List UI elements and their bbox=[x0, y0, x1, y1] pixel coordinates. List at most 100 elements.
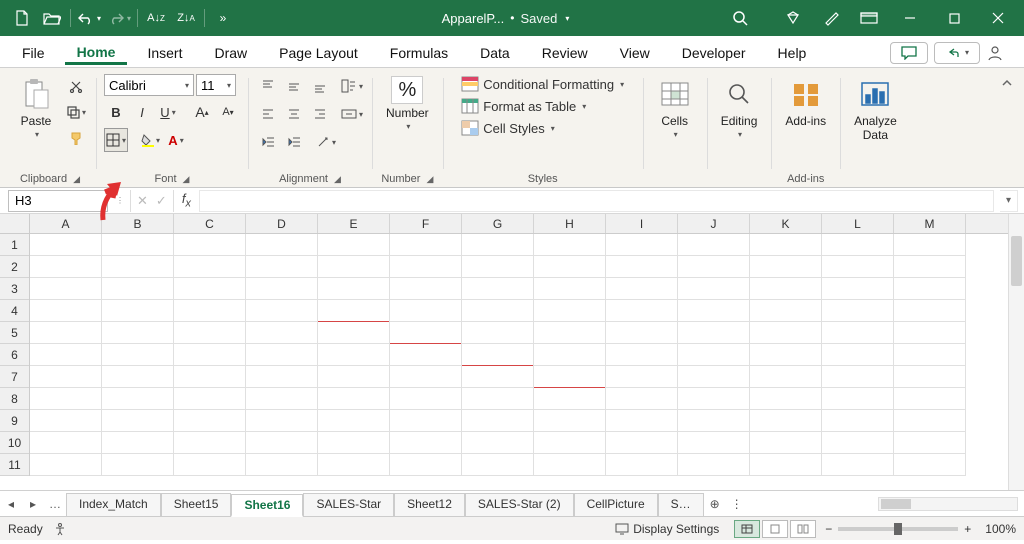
vertical-scrollbar[interactable] bbox=[1008, 214, 1024, 490]
col-header-B[interactable]: B bbox=[102, 214, 174, 233]
sort-asc-icon[interactable]: A↓Z bbox=[142, 4, 170, 32]
cell-B9[interactable] bbox=[102, 410, 174, 432]
cell-J1[interactable] bbox=[678, 234, 750, 256]
cell-H3[interactable] bbox=[534, 278, 606, 300]
cell-D3[interactable] bbox=[246, 278, 318, 300]
align-left-icon[interactable] bbox=[256, 102, 280, 126]
row-header-6[interactable]: 6 bbox=[0, 344, 29, 366]
cell-I10[interactable] bbox=[606, 432, 678, 454]
cell-B1[interactable] bbox=[102, 234, 174, 256]
cell-J2[interactable] bbox=[678, 256, 750, 278]
cell-G4[interactable] bbox=[462, 300, 534, 322]
col-header-H[interactable]: H bbox=[534, 214, 606, 233]
tab-view[interactable]: View bbox=[608, 41, 662, 65]
zoom-level[interactable]: 100% bbox=[985, 522, 1016, 536]
cell-A3[interactable] bbox=[30, 278, 102, 300]
sheet-nav-next[interactable]: ▸ bbox=[22, 497, 44, 511]
sheet-nav-more[interactable]: … bbox=[44, 497, 66, 511]
cell-I8[interactable] bbox=[606, 388, 678, 410]
cell-C6[interactable] bbox=[174, 344, 246, 366]
cell-I9[interactable] bbox=[606, 410, 678, 432]
row-header-11[interactable]: 11 bbox=[0, 454, 29, 476]
tab-page-layout[interactable]: Page Layout bbox=[267, 41, 370, 65]
cell-J3[interactable] bbox=[678, 278, 750, 300]
clipboard-dialog-icon[interactable]: ◢ bbox=[73, 174, 80, 185]
zoom-out-button[interactable]: − bbox=[825, 522, 832, 536]
cell-L1[interactable] bbox=[822, 234, 894, 256]
account-icon[interactable] bbox=[986, 44, 1014, 62]
grow-font-button[interactable]: A▴ bbox=[190, 100, 214, 124]
cell-A1[interactable] bbox=[30, 234, 102, 256]
cell-D6[interactable] bbox=[246, 344, 318, 366]
search-icon[interactable] bbox=[726, 4, 754, 32]
zoom-in-button[interactable]: + bbox=[964, 522, 971, 536]
cell-E8[interactable] bbox=[318, 388, 390, 410]
row-header-5[interactable]: 5 bbox=[0, 322, 29, 344]
cell-H10[interactable] bbox=[534, 432, 606, 454]
ribbon-mode-icon[interactable] bbox=[850, 0, 888, 36]
formula-bar[interactable] bbox=[199, 190, 994, 212]
merge-center-icon[interactable]: ▾ bbox=[340, 102, 364, 126]
cell-E11[interactable] bbox=[318, 454, 390, 476]
cell-E1[interactable] bbox=[318, 234, 390, 256]
tab-data[interactable]: Data bbox=[468, 41, 522, 65]
cell-I5[interactable] bbox=[606, 322, 678, 344]
col-header-J[interactable]: J bbox=[678, 214, 750, 233]
cell-M10[interactable] bbox=[894, 432, 966, 454]
cell-C5[interactable] bbox=[174, 322, 246, 344]
editing-button[interactable]: Editing▾ bbox=[715, 74, 764, 141]
cell-F6[interactable] bbox=[390, 344, 462, 366]
cell-F1[interactable] bbox=[390, 234, 462, 256]
col-header-D[interactable]: D bbox=[246, 214, 318, 233]
cell-D9[interactable] bbox=[246, 410, 318, 432]
cell-E9[interactable] bbox=[318, 410, 390, 432]
decrease-indent-icon[interactable] bbox=[256, 130, 280, 154]
cell-M7[interactable] bbox=[894, 366, 966, 388]
cell-C1[interactable] bbox=[174, 234, 246, 256]
cell-styles-button[interactable]: Cell Styles▾ bbox=[457, 118, 558, 138]
col-header-K[interactable]: K bbox=[750, 214, 822, 233]
horizontal-scrollbar[interactable] bbox=[878, 497, 1018, 511]
cell-B8[interactable] bbox=[102, 388, 174, 410]
cell-L9[interactable] bbox=[822, 410, 894, 432]
row-header-3[interactable]: 3 bbox=[0, 278, 29, 300]
share-button[interactable]: ▾ bbox=[934, 42, 980, 64]
maximize-button[interactable] bbox=[932, 0, 976, 36]
cell-G7[interactable] bbox=[462, 366, 534, 388]
align-right-icon[interactable] bbox=[308, 102, 332, 126]
zoom-slider[interactable] bbox=[838, 527, 958, 531]
cell-B10[interactable] bbox=[102, 432, 174, 454]
cell-A10[interactable] bbox=[30, 432, 102, 454]
conditional-formatting-button[interactable]: Conditional Formatting▾ bbox=[457, 74, 628, 94]
cell-D1[interactable] bbox=[246, 234, 318, 256]
row-header-2[interactable]: 2 bbox=[0, 256, 29, 278]
wrap-text-icon[interactable]: ▾ bbox=[340, 74, 364, 98]
cell-A4[interactable] bbox=[30, 300, 102, 322]
cell-M2[interactable] bbox=[894, 256, 966, 278]
cell-A9[interactable] bbox=[30, 410, 102, 432]
cell-K10[interactable] bbox=[750, 432, 822, 454]
new-sheet-button[interactable]: ⊕ bbox=[704, 497, 726, 511]
enter-formula-icon[interactable]: ✓ bbox=[156, 193, 167, 209]
minimize-button[interactable] bbox=[888, 0, 932, 36]
cell-K3[interactable] bbox=[750, 278, 822, 300]
cell-B3[interactable] bbox=[102, 278, 174, 300]
cell-M6[interactable] bbox=[894, 344, 966, 366]
cell-D11[interactable] bbox=[246, 454, 318, 476]
tab-insert[interactable]: Insert bbox=[135, 41, 194, 65]
tab-developer[interactable]: Developer bbox=[670, 41, 758, 65]
tab-home[interactable]: Home bbox=[65, 40, 128, 65]
alignment-dialog-icon[interactable]: ◢ bbox=[334, 174, 341, 185]
normal-view-button[interactable] bbox=[734, 520, 760, 538]
cell-L2[interactable] bbox=[822, 256, 894, 278]
page-layout-view-button[interactable] bbox=[762, 520, 788, 538]
cell-I11[interactable] bbox=[606, 454, 678, 476]
shrink-font-button[interactable]: A▾ bbox=[216, 100, 240, 124]
cell-G8[interactable] bbox=[462, 388, 534, 410]
cell-D2[interactable] bbox=[246, 256, 318, 278]
cell-I4[interactable] bbox=[606, 300, 678, 322]
cell-J4[interactable] bbox=[678, 300, 750, 322]
sheet-tab-Sheet12[interactable]: Sheet12 bbox=[394, 493, 465, 516]
cell-D4[interactable] bbox=[246, 300, 318, 322]
cell-K4[interactable] bbox=[750, 300, 822, 322]
